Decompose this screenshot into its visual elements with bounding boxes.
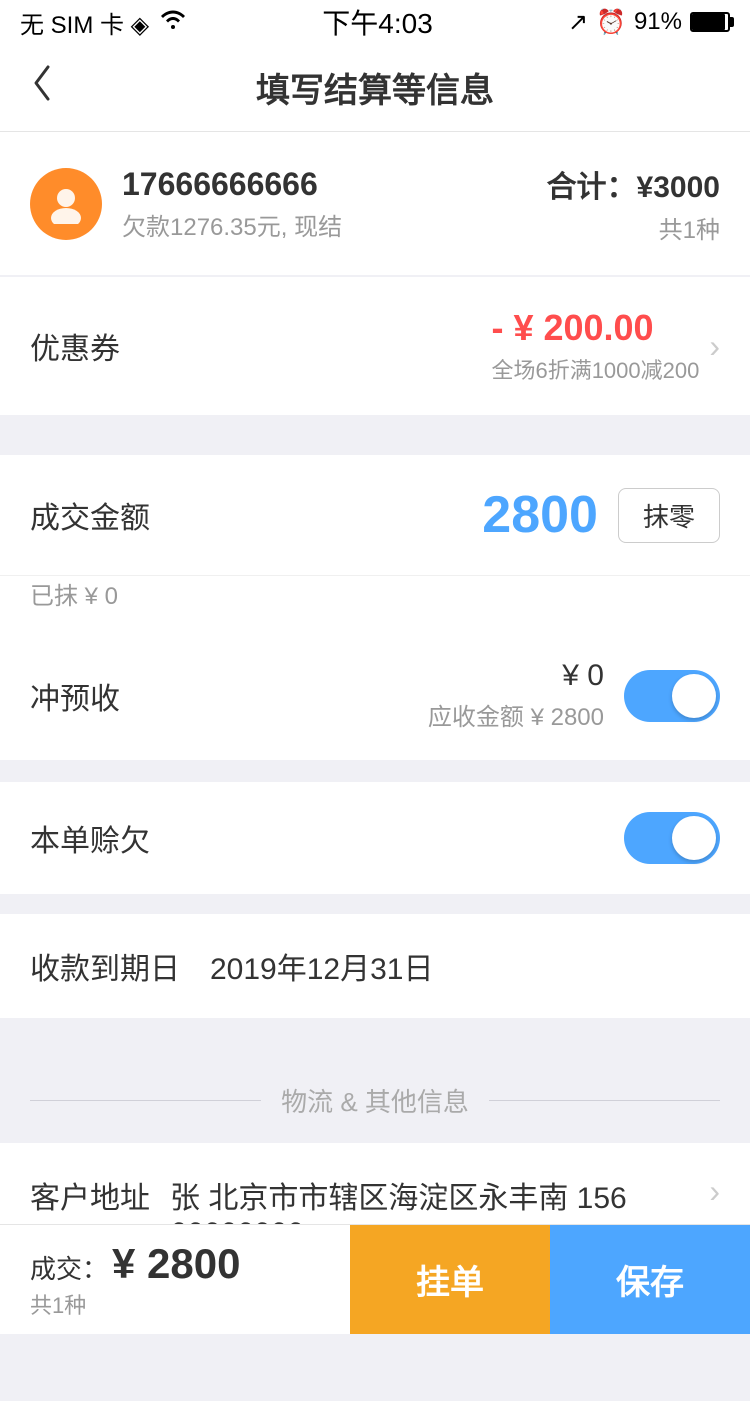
round-zero-button[interactable]: 抹零	[618, 488, 720, 543]
battery-fill	[692, 14, 725, 30]
credit-toggle[interactable]	[624, 812, 720, 864]
save-button[interactable]: 保存	[550, 1225, 750, 1334]
page-title: 填写结算等信息	[256, 63, 494, 112]
back-button[interactable]	[30, 63, 54, 112]
prepay-row: 冲预收 ¥ 0 应收金额 ¥ 2800	[0, 631, 750, 760]
alarm-icon: ⏰	[596, 8, 626, 37]
logistics-text: 物流 & 其他信息	[281, 1082, 469, 1119]
address-chevron-icon: ›	[709, 1173, 720, 1210]
nav-bar: 填写结算等信息	[0, 44, 750, 132]
bottom-buttons: 挂单 保存	[350, 1225, 750, 1334]
prepay-amount: ¥ 0	[428, 659, 604, 693]
wifi-icon	[159, 8, 187, 36]
deal-amount-row: 成交金额 2800 抹零	[0, 455, 750, 576]
content: 17666666666 欠款1276.35元, 现结 合计：¥3000 共1种 …	[0, 132, 750, 1401]
bottom-deal-amount: ¥ 2800	[112, 1240, 240, 1288]
status-bar-right: ↗ ⏰ 91%	[568, 8, 730, 37]
date-label: 收款到期日	[30, 944, 180, 988]
total-amount: 合计：¥3000	[547, 162, 720, 206]
bottom-count: 共1种	[30, 1288, 320, 1320]
deal-amount-label: 成交金额	[30, 493, 150, 537]
coupon-row[interactable]: 优惠券 - ¥ 200.00 全场6折满1000减200 ›	[0, 277, 750, 415]
bottom-deal-row: 成交： ¥ 2800	[30, 1240, 320, 1288]
customer-right: 合计：¥3000 共1种	[547, 162, 720, 245]
hang-button[interactable]: 挂单	[350, 1225, 550, 1334]
location-icon: ↗	[568, 8, 588, 37]
date-row: 收款到期日 2019年12月31日	[0, 914, 750, 1018]
customer-phone: 17666666666	[122, 166, 342, 203]
divider-line-left	[30, 1100, 261, 1101]
status-bar-time: 下午4:03	[322, 2, 433, 42]
coupon-desc: 全场6折满1000减200	[491, 353, 699, 385]
chevron-right-icon: ›	[709, 328, 720, 365]
coupon-info: - ¥ 200.00 全场6折满1000减200	[491, 307, 699, 385]
section-separator-3	[0, 1038, 750, 1058]
prepay-label: 冲预收	[30, 674, 120, 718]
address-label: 客户地址	[30, 1173, 150, 1217]
prepay-values: ¥ 0 应收金额 ¥ 2800	[428, 659, 604, 732]
section-separator-2	[0, 762, 750, 782]
bottom-deal-label: 成交：	[30, 1249, 108, 1286]
divider-line-right	[489, 1100, 720, 1101]
prepay-right: ¥ 0 应收金额 ¥ 2800	[428, 659, 720, 732]
credit-label: 本单赊欠	[30, 816, 150, 860]
coupon-discount: - ¥ 200.00	[491, 307, 699, 349]
prepay-toggle[interactable]	[624, 670, 720, 722]
bottom-bar: 成交： ¥ 2800 共1种 挂单 保存	[0, 1224, 750, 1334]
battery-percentage: 91%	[634, 8, 682, 36]
status-bar: 无 SIM 卡 ◈ 下午4:03 ↗ ⏰ 91%	[0, 0, 750, 44]
section-separator-1	[0, 435, 750, 455]
total-count: 共1种	[547, 210, 720, 245]
status-bar-left: 无 SIM 卡 ◈	[20, 5, 187, 40]
deal-amount-right: 2800 抹零	[482, 485, 720, 545]
bottom-summary: 成交： ¥ 2800 共1种	[0, 1240, 350, 1320]
sim-status: 无 SIM 卡 ◈	[20, 5, 149, 40]
avatar	[30, 168, 102, 240]
customer-sub-info: 欠款1276.35元, 现结	[122, 207, 342, 242]
battery-icon	[690, 12, 730, 32]
deal-amount-value: 2800	[482, 485, 598, 545]
customer-card: 17666666666 欠款1276.35元, 现结 合计：¥3000 共1种	[0, 132, 750, 275]
deal-amount-sub: 已抹 ¥ 0	[0, 576, 750, 631]
customer-left: 17666666666 欠款1276.35元, 现结	[30, 166, 342, 242]
coupon-right: - ¥ 200.00 全场6折满1000减200 ›	[491, 307, 720, 385]
prepay-receivable: 应收金额 ¥ 2800	[428, 697, 604, 732]
customer-info: 17666666666 欠款1276.35元, 现结	[122, 166, 342, 242]
coupon-label: 优惠券	[30, 324, 120, 368]
deal-amount-section: 成交金额 2800 抹零 已抹 ¥ 0 冲预收 ¥ 0 应收金额 ¥ 2800	[0, 455, 750, 760]
credit-row: 本单赊欠	[0, 782, 750, 894]
logistics-divider: 物流 & 其他信息	[0, 1058, 750, 1143]
date-value: 2019年12月31日	[210, 944, 433, 988]
